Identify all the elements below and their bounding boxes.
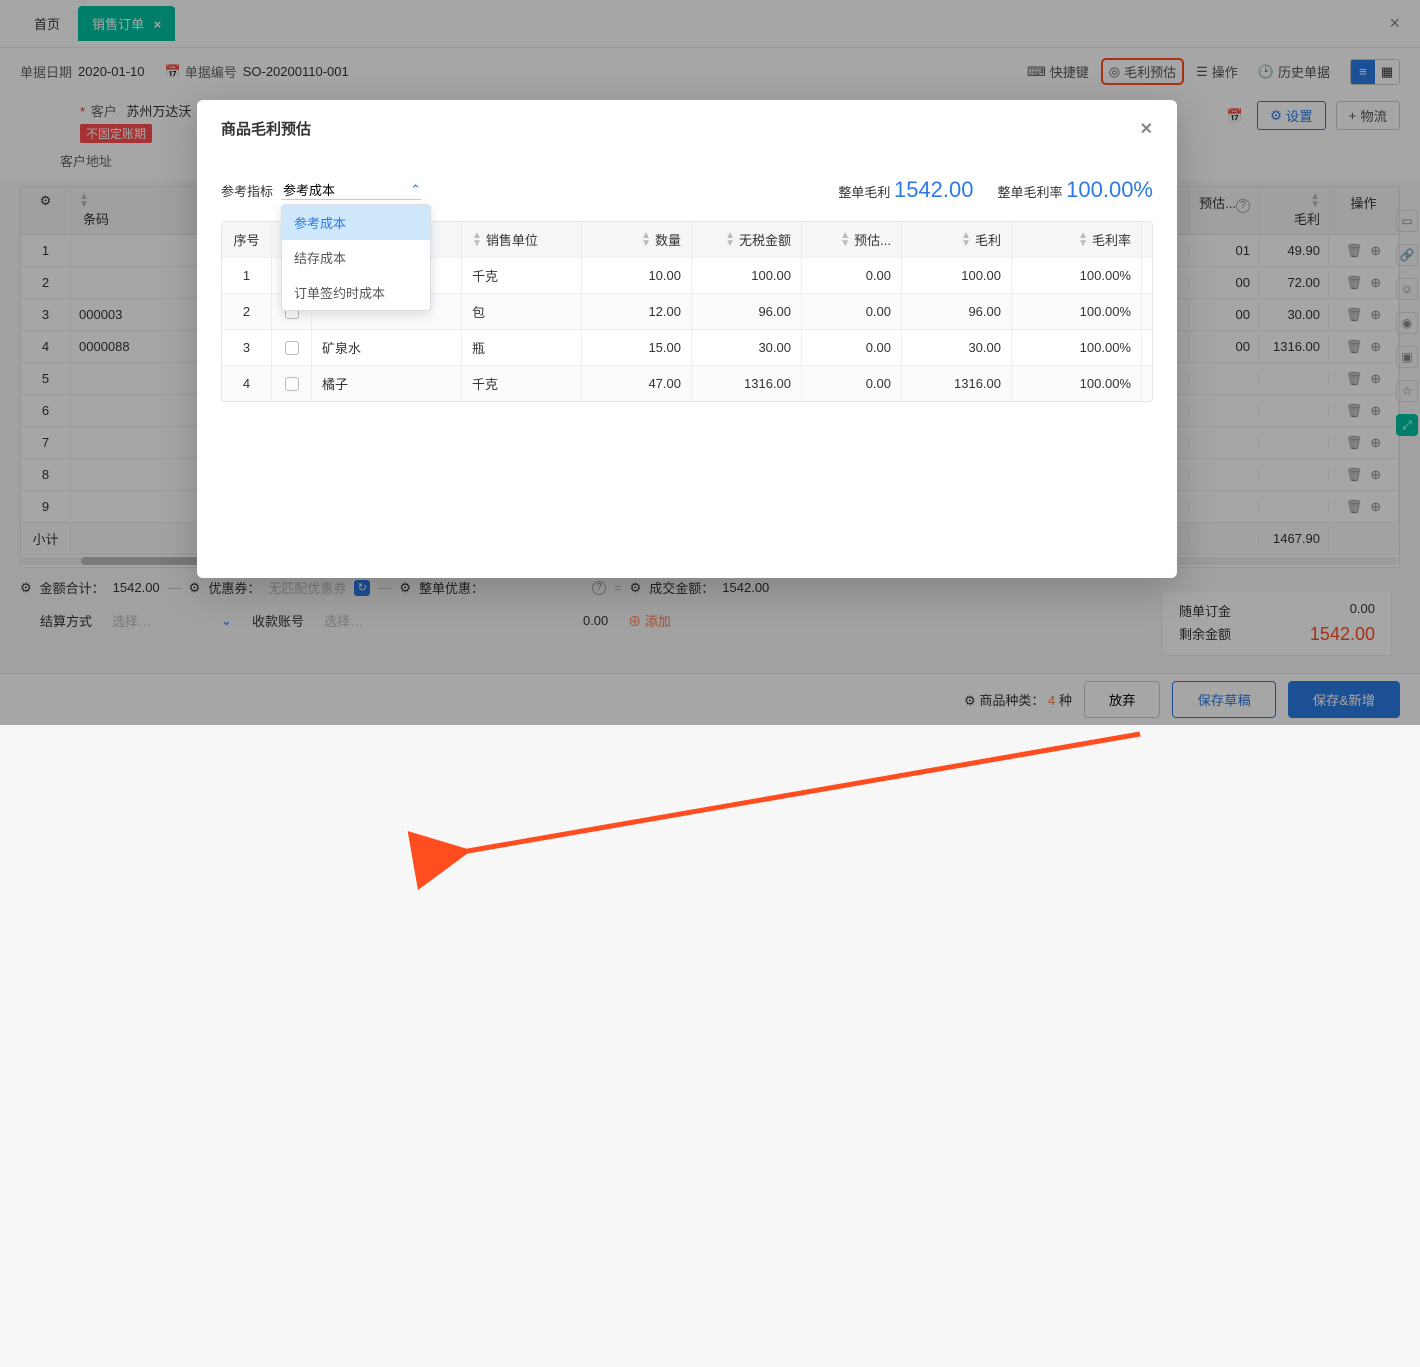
mcell-cost: 0.00 xyxy=(802,258,902,293)
total-rate-value: 100.00% xyxy=(1066,177,1153,202)
dropdown-option[interactable]: 结存成本 xyxy=(282,240,430,275)
mcell-rate: 100.00% xyxy=(1012,258,1142,293)
mcell-amount: 1316.00 xyxy=(692,366,802,401)
mcol-qty[interactable]: 数量 xyxy=(582,222,692,257)
mcol-amount[interactable]: 无税金额 xyxy=(692,222,802,257)
modal-close-icon[interactable]: ✕ xyxy=(1140,119,1153,139)
total-profit-label: 整单毛利 xyxy=(838,185,890,200)
modal-table-row[interactable]: 3矿泉水瓶15.0030.000.0030.00100.00% xyxy=(222,329,1152,365)
mcell-unit: 千克 xyxy=(462,258,582,293)
metric-dropdown: 参考成本 结存成本 订单签约时成本 xyxy=(281,204,431,311)
mcol-cost[interactable]: 预估... xyxy=(802,222,902,257)
mcell-unit: 千克 xyxy=(462,366,582,401)
mcell-amount: 100.00 xyxy=(692,258,802,293)
modal-metric-row: 参考指标 ⌃ 参考成本 结存成本 订单签约时成本 整单毛利 1542.00 整单… xyxy=(221,177,1153,203)
mcell-check[interactable] xyxy=(272,366,312,401)
mcell-qty: 47.00 xyxy=(582,366,692,401)
mcell-idx: 2 xyxy=(222,294,272,329)
mcell-rate: 100.00% xyxy=(1012,366,1142,401)
total-profit-value: 1542.00 xyxy=(894,177,974,202)
mcell-check[interactable] xyxy=(272,330,312,365)
mcell-cost: 0.00 xyxy=(802,330,902,365)
metric-label: 参考指标 xyxy=(221,181,273,200)
metric-select-input[interactable] xyxy=(281,180,421,200)
mcell-profit: 30.00 xyxy=(902,330,1012,365)
mcell-qty: 12.00 xyxy=(582,294,692,329)
mcell-amount: 96.00 xyxy=(692,294,802,329)
profit-forecast-modal: 商品毛利预估 ✕ 参考指标 ⌃ 参考成本 结存成本 订单签约时成本 整单毛利 1… xyxy=(197,100,1177,578)
mcell-qty: 15.00 xyxy=(582,330,692,365)
mcell-cost: 0.00 xyxy=(802,294,902,329)
mcell-unit: 瓶 xyxy=(462,330,582,365)
mcol-profit[interactable]: 毛利 xyxy=(902,222,1012,257)
mcell-qty: 10.00 xyxy=(582,258,692,293)
mcell-cost: 0.00 xyxy=(802,366,902,401)
mcell-amount: 30.00 xyxy=(692,330,802,365)
mcell-name: 橘子 xyxy=(312,366,462,401)
modal-title: 商品毛利预估 xyxy=(221,118,311,139)
dropdown-option[interactable]: 参考成本 xyxy=(282,205,430,240)
chevron-up-icon[interactable]: ⌃ xyxy=(410,182,421,198)
annotation-arrow xyxy=(0,642,1420,1367)
mcell-profit: 100.00 xyxy=(902,258,1012,293)
mcell-idx: 1 xyxy=(222,258,272,293)
mcell-profit: 96.00 xyxy=(902,294,1012,329)
total-rate-label: 整单毛利率 xyxy=(998,185,1063,200)
mcell-rate: 100.00% xyxy=(1012,330,1142,365)
mcell-name: 矿泉水 xyxy=(312,330,462,365)
mcell-profit: 1316.00 xyxy=(902,366,1012,401)
dropdown-option[interactable]: 订单签约时成本 xyxy=(282,275,430,310)
modal-table-row[interactable]: 4橘子千克47.001316.000.001316.00100.00% xyxy=(222,365,1152,401)
mcell-idx: 4 xyxy=(222,366,272,401)
mcell-idx: 3 xyxy=(222,330,272,365)
mcol-unit[interactable]: 销售单位 xyxy=(462,222,582,257)
mcol-idx[interactable]: 序号 xyxy=(222,222,272,257)
mcell-unit: 包 xyxy=(462,294,582,329)
mcol-rate[interactable]: 毛利率 xyxy=(1012,222,1142,257)
mcell-rate: 100.00% xyxy=(1012,294,1142,329)
